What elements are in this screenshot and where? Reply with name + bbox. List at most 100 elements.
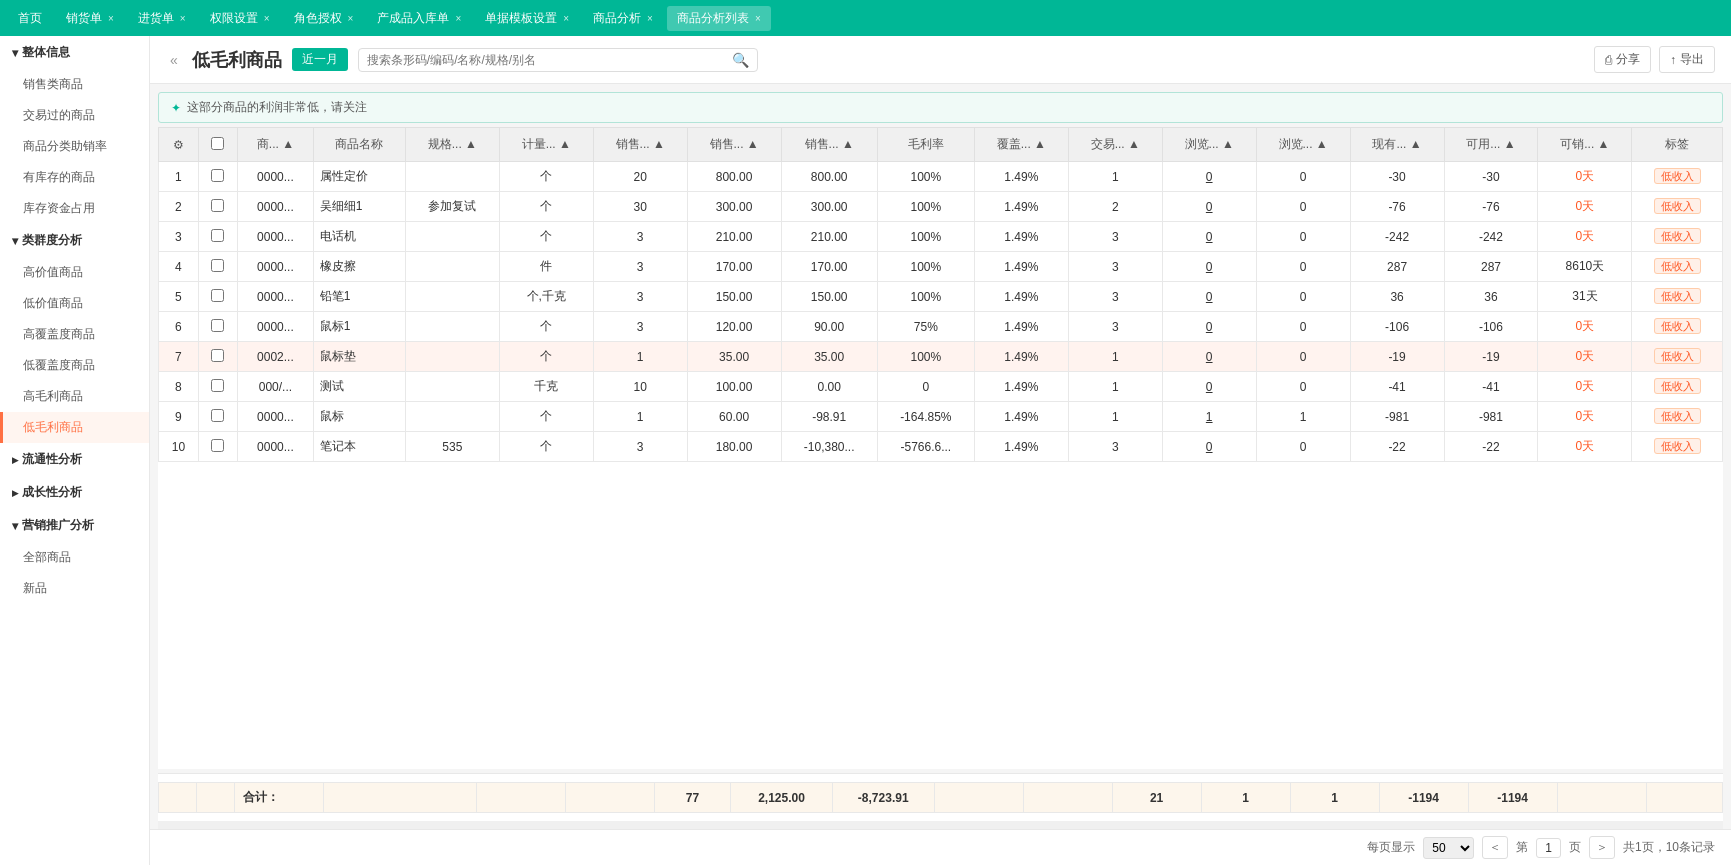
col-settings[interactable]: ⚙	[159, 128, 199, 162]
cell-view1[interactable]: 0	[1162, 372, 1256, 402]
sidebar-item-stock-funds[interactable]: 库存资金占用	[0, 193, 149, 224]
col-name[interactable]: 商品名称	[313, 128, 405, 162]
cell-view1[interactable]: 0	[1162, 222, 1256, 252]
row-checkbox[interactable]	[211, 289, 224, 302]
col-view2[interactable]: 浏览... ▲	[1256, 128, 1350, 162]
col-spec[interactable]: 规格... ▲	[405, 128, 499, 162]
cell-checkbox[interactable]	[198, 252, 237, 282]
col-sellable[interactable]: 可销... ▲	[1538, 128, 1632, 162]
horizontal-scrollbar[interactable]	[158, 821, 1723, 829]
nav-product-analysis[interactable]: 商品分析 ×	[583, 6, 663, 31]
col-unit[interactable]: 计量... ▲	[499, 128, 593, 162]
close-icon[interactable]: ×	[563, 13, 569, 24]
sidebar-group-overall[interactable]: ▾ 整体信息	[0, 36, 149, 69]
select-all-checkbox[interactable]	[211, 137, 224, 150]
col-checkbox[interactable]	[198, 128, 237, 162]
row-checkbox[interactable]	[211, 229, 224, 242]
cell-view1[interactable]: 0	[1162, 312, 1256, 342]
cell-checkbox[interactable]	[198, 342, 237, 372]
sidebar-group-flow[interactable]: ▸ 流通性分析	[0, 443, 149, 476]
col-sales-price[interactable]: 销售... ▲	[687, 128, 781, 162]
close-icon[interactable]: ×	[264, 13, 270, 24]
nav-product-entry[interactable]: 产成品入库单 ×	[367, 6, 471, 31]
col-view1[interactable]: 浏览... ▲	[1162, 128, 1256, 162]
view-count[interactable]: 0	[1206, 230, 1213, 244]
sidebar-item-in-stock[interactable]: 有库存的商品	[0, 162, 149, 193]
data-table-container[interactable]: ⚙ 商... ▲ 商品名称 规格... ▲ 计量... ▲ 销售... ▲ 销售…	[158, 127, 1723, 769]
close-icon[interactable]: ×	[455, 13, 461, 24]
cell-checkbox[interactable]	[198, 282, 237, 312]
sidebar-item-sales-goods[interactable]: 销售类商品	[0, 69, 149, 100]
close-icon[interactable]: ×	[755, 13, 761, 24]
cell-checkbox[interactable]	[198, 432, 237, 462]
sidebar-group-cluster[interactable]: ▾ 类群度分析	[0, 224, 149, 257]
sidebar-item-category-rate[interactable]: 商品分类助销率	[0, 131, 149, 162]
nav-role-auth[interactable]: 角色授权 ×	[284, 6, 364, 31]
view-count[interactable]: 1	[1206, 410, 1213, 424]
cell-view1[interactable]: 0	[1162, 252, 1256, 282]
view-count[interactable]: 0	[1206, 290, 1213, 304]
col-tag[interactable]: 标签	[1632, 128, 1723, 162]
sidebar-item-new-goods[interactable]: 新品	[0, 573, 149, 604]
sidebar-item-all-goods[interactable]: 全部商品	[0, 542, 149, 573]
row-checkbox[interactable]	[211, 349, 224, 362]
row-checkbox[interactable]	[211, 169, 224, 182]
sidebar-item-low-margin[interactable]: 低毛利商品	[0, 412, 149, 443]
sidebar-item-high-value[interactable]: 高价值商品	[0, 257, 149, 288]
view-count[interactable]: 0	[1206, 260, 1213, 274]
cell-view1[interactable]: 0	[1162, 282, 1256, 312]
nav-permissions[interactable]: 权限设置 ×	[200, 6, 280, 31]
export-button[interactable]: ↑ 导出	[1659, 46, 1715, 73]
col-gross-margin[interactable]: 毛利率	[877, 128, 974, 162]
collapse-button[interactable]: «	[166, 52, 182, 68]
nav-home[interactable]: 首页	[8, 6, 52, 31]
view-count[interactable]: 0	[1206, 440, 1213, 454]
cell-view1[interactable]: 0	[1162, 192, 1256, 222]
cell-view1[interactable]: 0	[1162, 432, 1256, 462]
sidebar-group-growth[interactable]: ▸ 成长性分析	[0, 476, 149, 509]
prev-page-button[interactable]: ＜	[1482, 836, 1508, 859]
cell-view1[interactable]: 0	[1162, 162, 1256, 192]
cell-checkbox[interactable]	[198, 402, 237, 432]
sidebar-group-marketing[interactable]: ▾ 营销推广分析	[0, 509, 149, 542]
col-current-stock[interactable]: 现有... ▲	[1350, 128, 1444, 162]
cell-checkbox[interactable]	[198, 372, 237, 402]
col-sales-profit[interactable]: 销售... ▲	[781, 128, 877, 162]
sidebar-item-high-margin[interactable]: 高毛利商品	[0, 381, 149, 412]
cell-checkbox[interactable]	[198, 222, 237, 252]
filter-recent-month-button[interactable]: 近一月	[292, 48, 348, 71]
sidebar-item-high-coverage[interactable]: 高覆盖度商品	[0, 319, 149, 350]
view-count[interactable]: 0	[1206, 320, 1213, 334]
row-checkbox[interactable]	[211, 409, 224, 422]
col-available[interactable]: 可用... ▲	[1444, 128, 1538, 162]
view-count[interactable]: 0	[1206, 350, 1213, 364]
close-icon[interactable]: ×	[647, 13, 653, 24]
col-coverage[interactable]: 覆盖... ▲	[974, 128, 1068, 162]
view-count[interactable]: 0	[1206, 200, 1213, 214]
nav-template-settings[interactable]: 单据模板设置 ×	[475, 6, 579, 31]
col-sales-qty[interactable]: 销售... ▲	[593, 128, 687, 162]
cell-view1[interactable]: 0	[1162, 342, 1256, 372]
search-icon[interactable]: 🔍	[732, 52, 749, 68]
sidebar-item-low-coverage[interactable]: 低覆盖度商品	[0, 350, 149, 381]
row-checkbox[interactable]	[211, 259, 224, 272]
col-code[interactable]: 商... ▲	[238, 128, 314, 162]
cell-view1[interactable]: 1	[1162, 402, 1256, 432]
sidebar-item-traded-goods[interactable]: 交易过的商品	[0, 100, 149, 131]
cell-checkbox[interactable]	[198, 312, 237, 342]
nav-product-analysis-list[interactable]: 商品分析列表 ×	[667, 6, 771, 31]
col-trade-count[interactable]: 交易... ▲	[1068, 128, 1162, 162]
row-checkbox[interactable]	[211, 199, 224, 212]
close-icon[interactable]: ×	[108, 13, 114, 24]
sidebar-item-low-value[interactable]: 低价值商品	[0, 288, 149, 319]
row-checkbox[interactable]	[211, 379, 224, 392]
cell-checkbox[interactable]	[198, 192, 237, 222]
close-icon[interactable]: ×	[348, 13, 354, 24]
cell-checkbox[interactable]	[198, 162, 237, 192]
row-checkbox[interactable]	[211, 319, 224, 332]
nav-sales-order[interactable]: 销货单 ×	[56, 6, 124, 31]
per-page-select[interactable]: 50 100 200	[1423, 837, 1474, 859]
nav-purchase-order[interactable]: 进货单 ×	[128, 6, 196, 31]
view-count[interactable]: 0	[1206, 380, 1213, 394]
view-count[interactable]: 0	[1206, 170, 1213, 184]
